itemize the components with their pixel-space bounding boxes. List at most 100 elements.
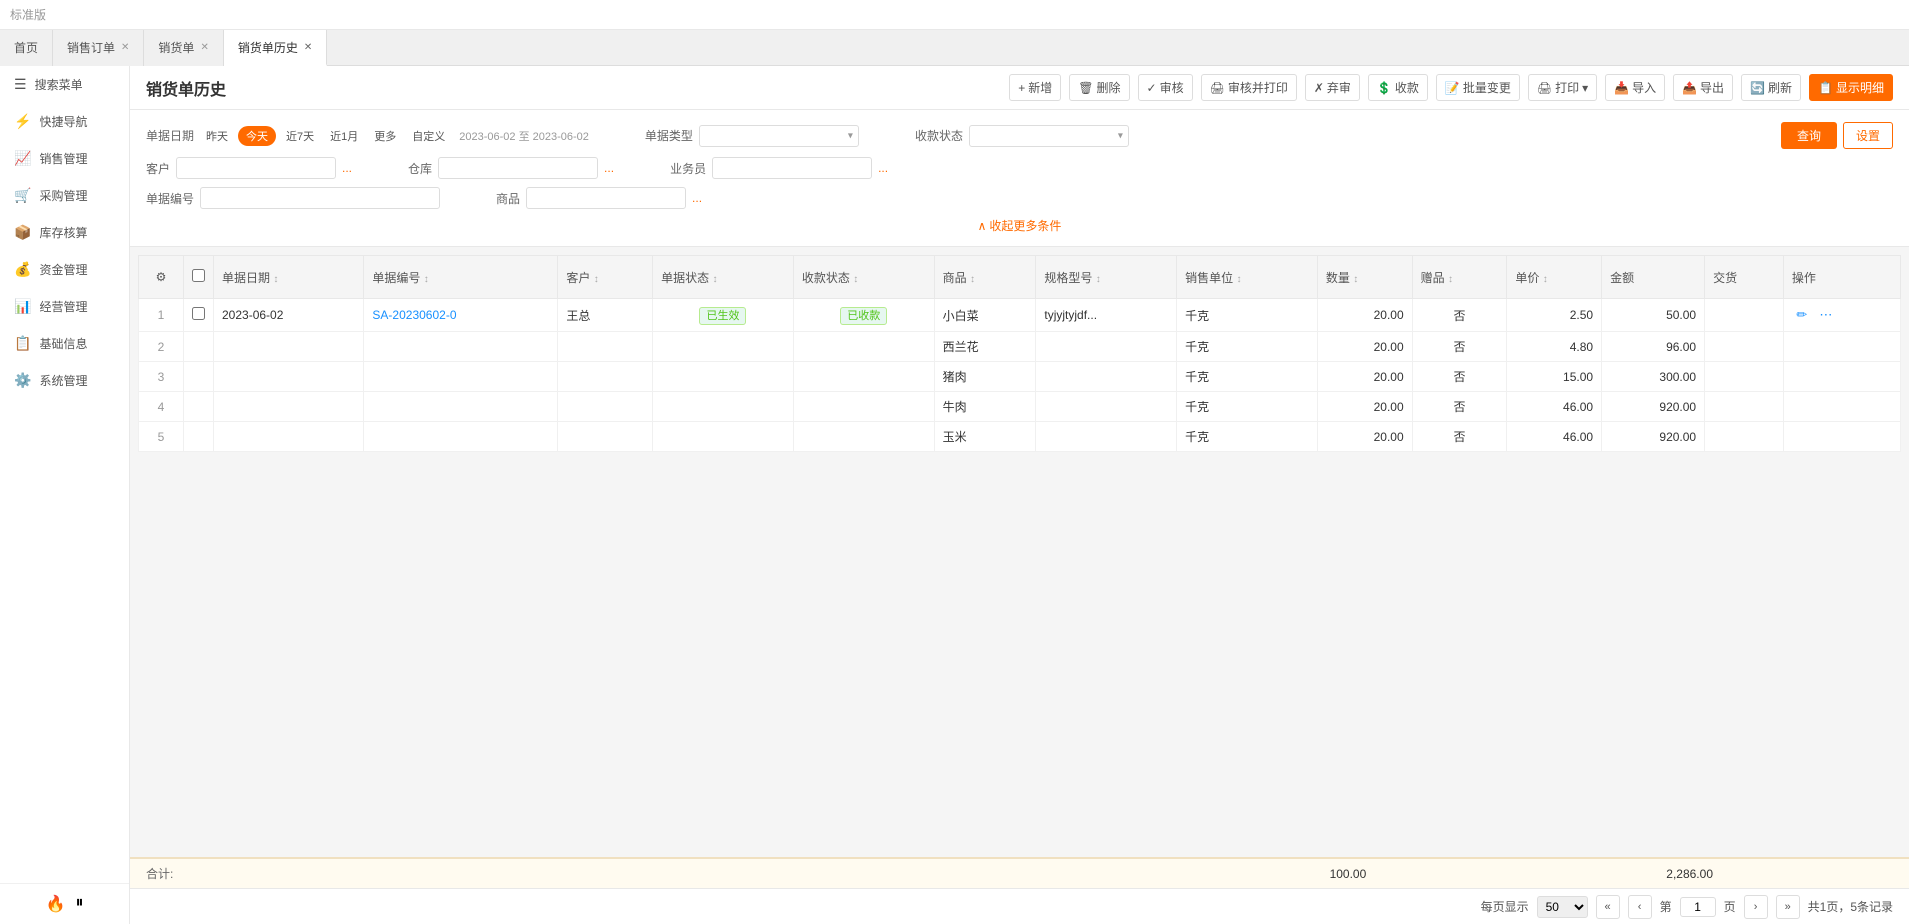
tab-history-close[interactable]: ✕ [304, 42, 312, 53]
show-detail-button[interactable]: 📋 显示明细 [1809, 74, 1893, 101]
paystatus-select[interactable] [969, 125, 1129, 147]
sort-spec-icon[interactable]: ↕ [1096, 274, 1101, 285]
date-custom[interactable]: 自定义 [406, 126, 451, 146]
row-gift: 否 [1412, 332, 1507, 362]
sort-docno-icon[interactable]: ↕ [424, 274, 429, 285]
docno-input[interactable] [200, 187, 440, 209]
goods-ellipsis[interactable]: ... [692, 191, 702, 205]
summary-label: 合计: [146, 865, 173, 882]
approve-button[interactable]: ✓ 审核 [1138, 74, 1193, 101]
pause-icon[interactable]: ⏸ [75, 894, 83, 914]
print-icon: 🖨 [1537, 81, 1552, 95]
sort-docstatus-icon[interactable]: ↕ [712, 274, 717, 285]
next-page-button[interactable]: › [1744, 895, 1768, 919]
page-input[interactable] [1680, 897, 1716, 917]
select-all-checkbox[interactable] [192, 269, 205, 282]
collapse-button[interactable]: ∧ 收起更多条件 [978, 217, 1062, 234]
page-title: 销货单历史 [146, 76, 226, 100]
row-checkbox [184, 299, 214, 332]
date-1month[interactable]: 近1月 [324, 126, 364, 146]
table-settings-icon[interactable]: ⚙ [147, 263, 175, 291]
sidebar-item-quick[interactable]: ⚡ 快捷导航 [0, 103, 129, 140]
row-unit: 千克 [1177, 392, 1318, 422]
doctype-select[interactable] [699, 125, 859, 147]
warehouse-ellipsis[interactable]: ... [604, 161, 614, 175]
sidebar-item-sales[interactable]: 📈 销售管理 [0, 140, 129, 177]
quick-nav-icon: ⚡ [14, 113, 31, 130]
row-delivery [1705, 299, 1784, 332]
tab-sales-order[interactable]: 销售订单 ✕ [53, 30, 144, 66]
first-page-button[interactable]: « [1596, 895, 1620, 919]
sidebar-item-system[interactable]: ⚙️ 系统管理 [0, 362, 129, 399]
collect-button[interactable]: 💲 收款 [1368, 74, 1428, 101]
sort-unit-icon[interactable]: ↕ [1237, 274, 1242, 285]
sidebar-item-purchase[interactable]: 🛒 采购管理 [0, 177, 129, 214]
customer-ellipsis[interactable]: ... [342, 161, 352, 175]
sort-price-icon[interactable]: ↕ [1543, 274, 1548, 285]
main-layout: ☰ 搜索菜单 ⚡ 快捷导航 📈 销售管理 🛒 采购管理 📦 库存核算 💰 资金管… [0, 66, 1909, 924]
settings-button[interactable]: 设置 [1843, 122, 1893, 149]
col-actions-label: 操作 [1792, 271, 1816, 285]
customer-input[interactable] [176, 157, 336, 179]
date-more[interactable]: 更多 [368, 126, 402, 146]
edit-action[interactable]: ✏ [1792, 305, 1812, 325]
col-settings: ⚙ [139, 256, 184, 299]
delete-button[interactable]: 🗑 删除 [1069, 74, 1129, 101]
refresh-button[interactable]: 🔄 刷新 [1741, 74, 1801, 101]
col-qty: 数量 ↕ [1317, 256, 1412, 299]
docno-link[interactable]: SA-20230602-0 [372, 308, 456, 322]
batch-change-button[interactable]: 📝 批量变更 [1436, 74, 1520, 101]
tab-home[interactable]: 首页 [0, 30, 53, 66]
sidebar-item-search[interactable]: ☰ 搜索菜单 [0, 66, 129, 103]
prev-page-button[interactable]: ‹ [1628, 895, 1652, 919]
query-button[interactable]: 查询 [1781, 122, 1837, 149]
row-select-checkbox[interactable] [192, 307, 205, 320]
unapprove-button[interactable]: ✗ 弃审 [1305, 74, 1360, 101]
warehouse-input[interactable] [438, 157, 598, 179]
sidebar-item-master[interactable]: 📋 基础信息 [0, 325, 129, 362]
print-button[interactable]: 🖨 打印 ▾ [1528, 74, 1597, 101]
sort-date-icon[interactable]: ↕ [273, 274, 278, 285]
new-button[interactable]: + 新增 [1009, 74, 1061, 101]
purchase-icon: 🛒 [14, 187, 31, 204]
col-unit-label: 销售单位 [1185, 271, 1233, 285]
per-page-select[interactable]: 50 10 20 100 [1537, 896, 1588, 918]
goods-input[interactable] [526, 187, 686, 209]
row-spec: tyjyjtyjdf... [1036, 299, 1177, 332]
sidebar-item-finance[interactable]: 💰 资金管理 [0, 251, 129, 288]
tab-sales-close[interactable]: ✕ [200, 42, 208, 53]
fire-icon[interactable]: 🔥 [46, 894, 66, 914]
row-docstatus [653, 392, 794, 422]
more-action[interactable]: ⋯ [1816, 305, 1836, 325]
tab-sales[interactable]: 销货单 ✕ [144, 30, 223, 66]
agent-ellipsis[interactable]: ... [878, 161, 888, 175]
row-customer [558, 332, 653, 362]
sidebar-item-inventory[interactable]: 📦 库存核算 [0, 214, 129, 251]
col-spec: 规格型号 ↕ [1036, 256, 1177, 299]
date-yesterday[interactable]: 昨天 [200, 126, 234, 146]
search-menu-icon: ☰ [14, 76, 27, 93]
sidebar-item-sales-label: 销售管理 [39, 150, 87, 167]
sort-paystatus-icon[interactable]: ↕ [853, 274, 858, 285]
agent-input[interactable] [712, 157, 872, 179]
import-button[interactable]: 📥 导入 [1605, 74, 1665, 101]
last-page-button[interactable]: » [1776, 895, 1800, 919]
row-actions [1783, 332, 1900, 362]
export-button[interactable]: 📤 导出 [1673, 74, 1733, 101]
col-customer: 客户 ↕ [558, 256, 653, 299]
sort-gift-icon[interactable]: ↕ [1448, 274, 1453, 285]
tab-history[interactable]: 销货单历史 ✕ [224, 30, 327, 66]
sidebar-item-operations[interactable]: 📊 经营管理 [0, 288, 129, 325]
date-7days[interactable]: 近7天 [280, 126, 320, 146]
sort-customer-icon[interactable]: ↕ [594, 274, 599, 285]
row-docno [364, 362, 558, 392]
row-goods: 小白菜 [934, 299, 1036, 332]
sort-qty-icon[interactable]: ↕ [1353, 274, 1358, 285]
approve-print-button[interactable]: 🖨 审核并打印 [1201, 74, 1297, 101]
row-delivery [1705, 362, 1784, 392]
sort-goods-icon[interactable]: ↕ [970, 274, 975, 285]
row-docno: SA-20230602-0 [364, 299, 558, 332]
sidebar-item-master-label: 基础信息 [39, 335, 87, 352]
date-today[interactable]: 今天 [238, 126, 276, 146]
tab-sales-order-close[interactable]: ✕ [121, 42, 129, 53]
